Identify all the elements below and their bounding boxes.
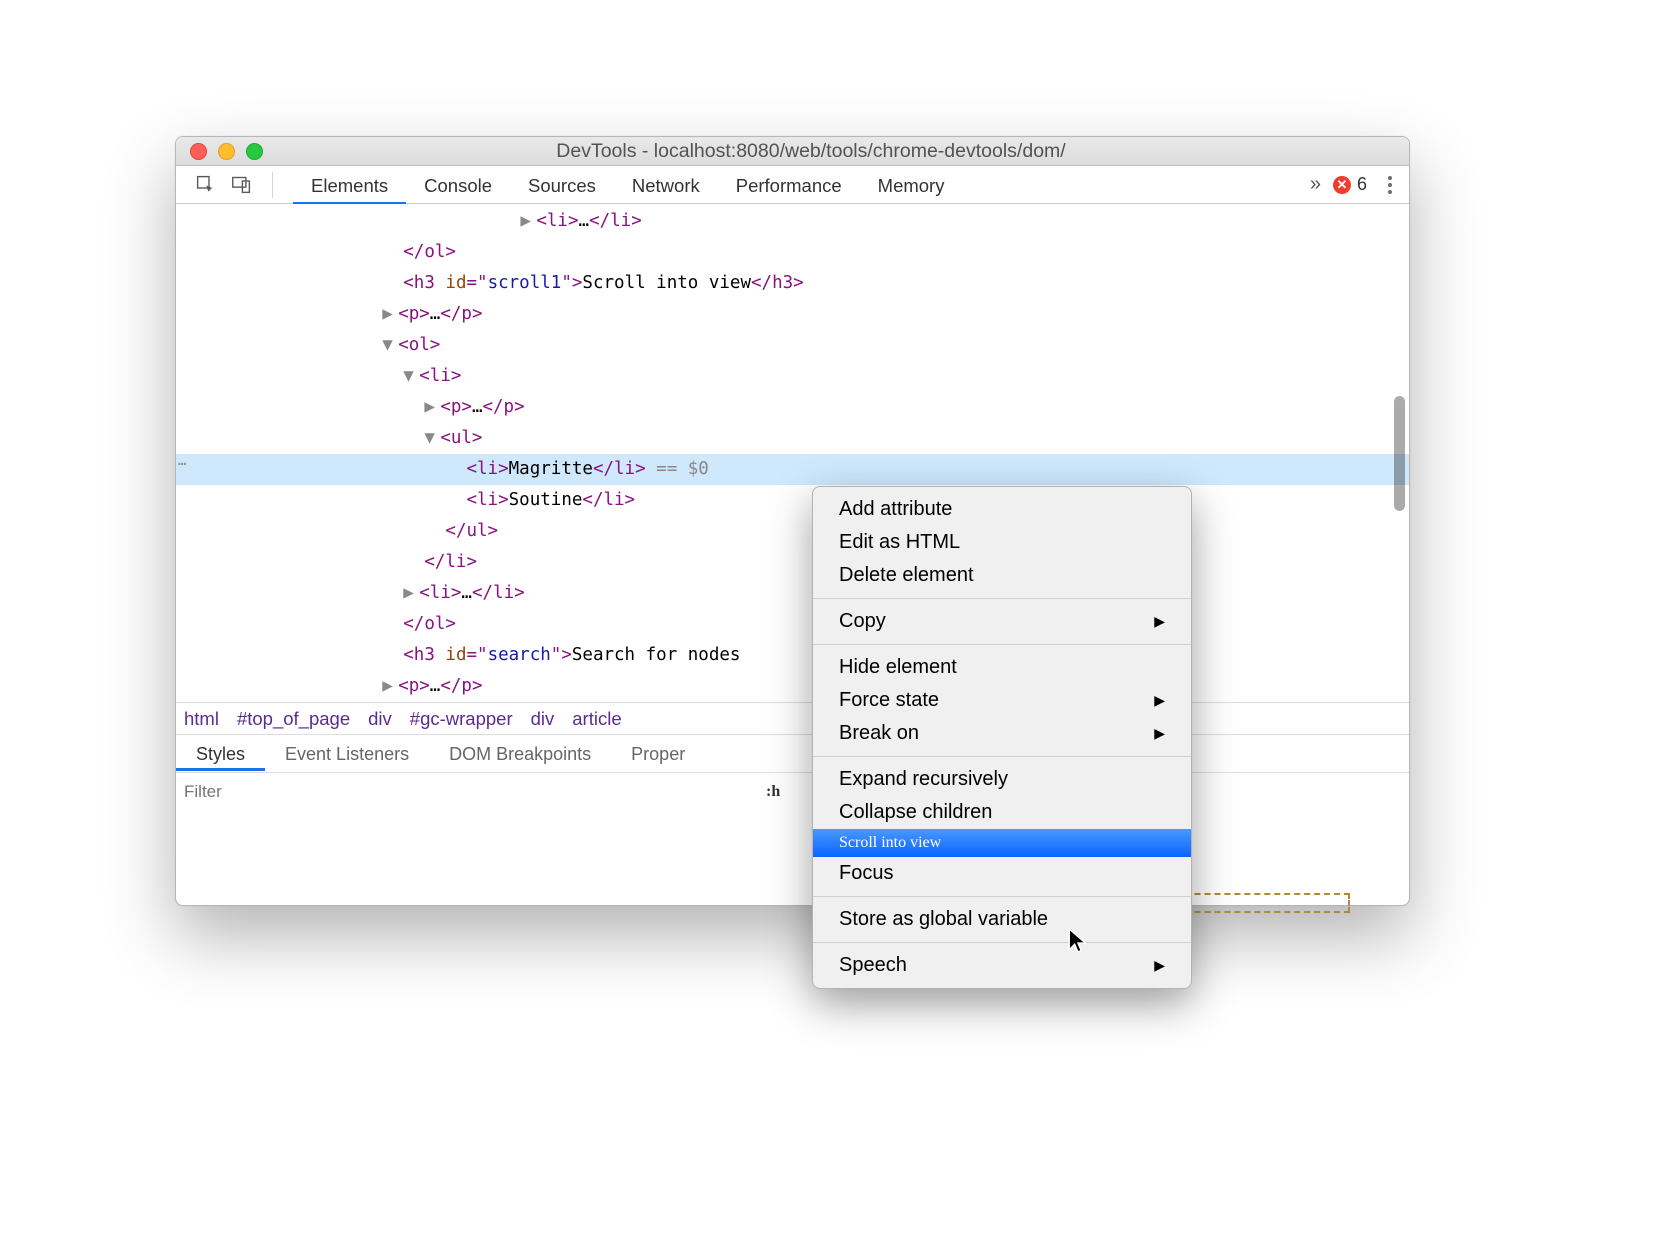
toolbar-right: » ✕ 6	[1310, 173, 1401, 196]
ctx-delete-element[interactable]: Delete element	[813, 559, 1191, 592]
crumb-div[interactable]: div	[368, 708, 392, 730]
dom-line-selected[interactable]: <li>Magritte</li> == $0	[176, 454, 1409, 485]
panel-tabs: Elements Console Sources Network Perform…	[293, 167, 962, 203]
dom-line[interactable]: </ol>	[176, 609, 1409, 640]
ctx-break-label: Break on	[839, 722, 919, 745]
filter-row: :h	[176, 772, 1409, 810]
dom-line[interactable]: <h3 id="search">Search for nodes	[176, 640, 1409, 671]
dom-line[interactable]: </ol>	[176, 237, 1409, 268]
dom-line[interactable]: ▶<li>…</li>	[176, 578, 1409, 609]
ctx-focus[interactable]: Focus	[813, 857, 1191, 890]
dom-line[interactable]: ▶<p>…</p>	[176, 392, 1409, 423]
error-count: 6	[1357, 174, 1367, 195]
breadcrumbs: html #top_of_page div #gc-wrapper div ar…	[176, 702, 1409, 734]
toolbar-divider	[272, 172, 273, 198]
dom-line[interactable]: ▼<ol>	[176, 330, 1409, 361]
dom-line[interactable]: ▼<ul>	[176, 423, 1409, 454]
inspect-icon[interactable]	[194, 174, 216, 196]
titlebar: DevTools - localhost:8080/web/tools/chro…	[176, 137, 1409, 166]
tab-network[interactable]: Network	[614, 167, 718, 203]
dom-tree[interactable]: ▶<li>…</li> </ol> <h3 id="scroll1">Scrol…	[176, 204, 1409, 702]
dom-line[interactable]: </li>	[176, 547, 1409, 578]
stab-properties[interactable]: Proper	[611, 737, 705, 770]
crumb-div-2[interactable]: div	[531, 708, 555, 730]
ctx-separator	[813, 598, 1191, 599]
ctx-copy-label: Copy	[839, 610, 886, 633]
context-menu: Add attribute Edit as HTML Delete elemen…	[812, 486, 1192, 989]
submenu-arrow-icon: ▶	[1154, 613, 1165, 630]
devtools-window: DevTools - localhost:8080/web/tools/chro…	[175, 136, 1410, 906]
toolbar: Elements Console Sources Network Perform…	[176, 166, 1409, 204]
dom-line[interactable]: ▶<li>…</li>	[176, 206, 1409, 237]
ctx-store-global[interactable]: Store as global variable	[813, 903, 1191, 936]
ctx-expand-recursively[interactable]: Expand recursively	[813, 763, 1191, 796]
tab-console[interactable]: Console	[406, 167, 510, 203]
ctx-copy[interactable]: Copy ▶	[813, 605, 1191, 638]
error-icon: ✕	[1333, 176, 1351, 194]
tab-performance[interactable]: Performance	[718, 167, 860, 203]
more-tabs-icon[interactable]: »	[1310, 173, 1321, 196]
stab-event-listeners[interactable]: Event Listeners	[265, 737, 429, 770]
dom-line[interactable]: ▼<li>	[176, 361, 1409, 392]
crumb-gc-wrapper[interactable]: #gc-wrapper	[410, 708, 513, 730]
crumb-top-of-page[interactable]: #top_of_page	[237, 708, 350, 730]
stab-dom-breakpoints[interactable]: DOM Breakpoints	[429, 737, 611, 770]
ctx-edit-as-html[interactable]: Edit as HTML	[813, 526, 1191, 559]
window-title: DevTools - localhost:8080/web/tools/chro…	[263, 140, 1409, 163]
ctx-hide-element[interactable]: Hide element	[813, 651, 1191, 684]
ctx-scroll-into-view[interactable]: Scroll into view	[813, 829, 1191, 857]
ctx-add-attribute[interactable]: Add attribute	[813, 493, 1191, 526]
hov-label[interactable]: :h	[766, 783, 780, 801]
ctx-separator	[813, 942, 1191, 943]
tab-elements[interactable]: Elements	[293, 167, 406, 203]
maximize-window-button[interactable]	[246, 143, 263, 160]
elements-panel[interactable]: … ▶<li>…</li> </ol> <h3 id="scroll1">Scr…	[176, 204, 1409, 702]
dom-line[interactable]: ▶<p>…</p>	[176, 671, 1409, 702]
ctx-force-state[interactable]: Force state ▶	[813, 684, 1191, 717]
ctx-separator	[813, 756, 1191, 757]
filter-input[interactable]	[176, 776, 766, 808]
ctx-separator	[813, 644, 1191, 645]
stab-styles[interactable]: Styles	[176, 737, 265, 770]
dom-line[interactable]: </ul>	[176, 516, 1409, 547]
tab-memory[interactable]: Memory	[860, 167, 963, 203]
tab-sources[interactable]: Sources	[510, 167, 614, 203]
window-controls	[176, 143, 263, 160]
scrollbar[interactable]	[1394, 396, 1405, 511]
ctx-force-label: Force state	[839, 689, 939, 712]
ctx-speech[interactable]: Speech ▶	[813, 949, 1191, 982]
dom-line[interactable]: <h3 id="scroll1">Scroll into view</h3>	[176, 268, 1409, 299]
device-toggle-icon[interactable]	[230, 174, 252, 196]
submenu-arrow-icon: ▶	[1154, 725, 1165, 742]
ctx-speech-label: Speech	[839, 954, 907, 977]
submenu-arrow-icon: ▶	[1154, 692, 1165, 709]
dom-line[interactable]: <li>Soutine</li>	[176, 485, 1409, 516]
kebab-menu-icon[interactable]	[1379, 176, 1401, 194]
minimize-window-button[interactable]	[218, 143, 235, 160]
ctx-collapse-children[interactable]: Collapse children	[813, 796, 1191, 829]
submenu-arrow-icon: ▶	[1154, 957, 1165, 974]
close-window-button[interactable]	[190, 143, 207, 160]
error-badge[interactable]: ✕ 6	[1333, 174, 1367, 195]
ctx-separator	[813, 896, 1191, 897]
crumb-article[interactable]: article	[572, 708, 621, 730]
styles-tabs: Styles Event Listeners DOM Breakpoints P…	[176, 734, 1409, 772]
crumb-html[interactable]: html	[184, 708, 219, 730]
selected-gutter: …	[176, 446, 198, 477]
dom-line[interactable]: ▶<p>…</p>	[176, 299, 1409, 330]
ctx-break-on[interactable]: Break on ▶	[813, 717, 1191, 750]
